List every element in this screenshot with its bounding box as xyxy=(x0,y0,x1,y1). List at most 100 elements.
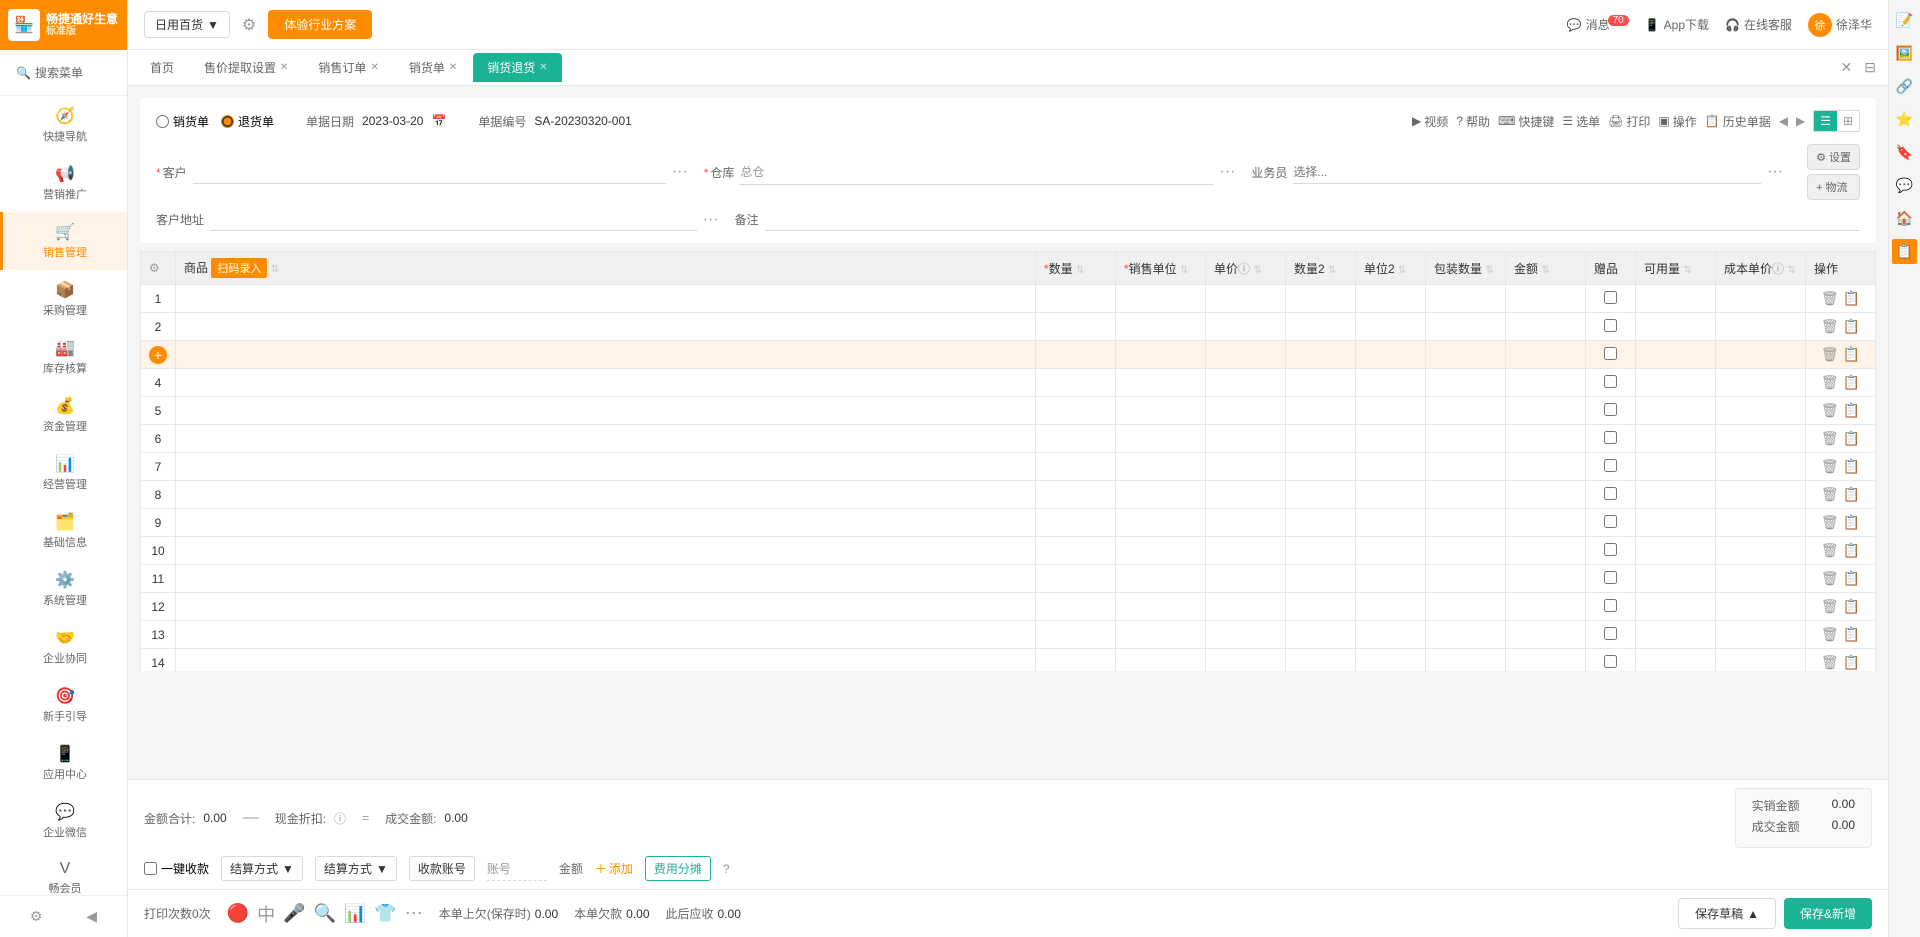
unit-price-cell-1[interactable] xyxy=(1206,285,1286,313)
right-panel-chat-icon[interactable]: 💬 xyxy=(1892,173,1917,198)
tab-sales-delivery[interactable]: 销货单✕ xyxy=(395,53,471,82)
gift-cell-9[interactable] xyxy=(1586,509,1636,537)
gift-cell-11[interactable] xyxy=(1586,565,1636,593)
amount-cell-7[interactable] xyxy=(1506,453,1586,481)
available-cell-12[interactable] xyxy=(1636,593,1716,621)
amount-cell-14[interactable] xyxy=(1506,649,1586,672)
pack-qty-cell-13[interactable] xyxy=(1426,621,1506,649)
qty2-cell-2[interactable] xyxy=(1286,313,1356,341)
product-cell-3[interactable] xyxy=(176,341,1036,369)
pack-qty-cell-9[interactable] xyxy=(1426,509,1506,537)
available-cell-5[interactable] xyxy=(1636,397,1716,425)
remark-input[interactable] xyxy=(765,208,1860,231)
product-cell-8[interactable] xyxy=(176,481,1036,509)
amount-cell-9[interactable] xyxy=(1506,509,1586,537)
unit2-cell-13[interactable] xyxy=(1356,621,1426,649)
unit-price-sort-icon[interactable]: ⇅ xyxy=(1253,265,1261,276)
history-btn[interactable]: 📋 历史单据 xyxy=(1705,113,1771,130)
gift-cell-13[interactable] xyxy=(1586,621,1636,649)
qty2-cell-6[interactable] xyxy=(1286,425,1356,453)
unit-price-cell-7[interactable] xyxy=(1206,453,1286,481)
qty-cell-14[interactable] xyxy=(1036,649,1116,672)
cost-price-sort-icon[interactable]: ⇅ xyxy=(1787,265,1795,276)
delete-row-icon-9[interactable]: 🗑 xyxy=(1821,514,1839,531)
unit-price-cell-14[interactable] xyxy=(1206,649,1286,672)
qty2-cell-13[interactable] xyxy=(1286,621,1356,649)
add-fee-btn[interactable]: ＋ 添加 xyxy=(595,860,633,877)
delete-row-icon-3[interactable]: 🗑 xyxy=(1821,346,1839,363)
sidebar-item-member[interactable]: V畅会员 xyxy=(0,850,127,895)
collection-account-select[interactable]: 收款账号 xyxy=(409,856,475,881)
qty-cell-1[interactable] xyxy=(1036,285,1116,313)
barcode-icon[interactable]: 📊 xyxy=(344,903,366,924)
sidebar-item-quick-nav[interactable]: 🧭快捷导航 xyxy=(0,96,127,154)
operate-btn[interactable]: ▣ 操作 xyxy=(1658,113,1696,130)
right-panel-bookmark-icon[interactable]: 🔖 xyxy=(1892,140,1917,165)
unit-price-cell-9[interactable] xyxy=(1206,509,1286,537)
product-cell-1[interactable] xyxy=(176,285,1036,313)
right-panel-star-icon[interactable]: ⭐ xyxy=(1892,107,1917,132)
sidebar-item-inventory[interactable]: 🏭库存核算 xyxy=(0,328,127,386)
pack-qty-cell-14[interactable] xyxy=(1426,649,1506,672)
warehouse-select-icon[interactable]: ··· xyxy=(1219,163,1235,181)
cost-price-cell-2[interactable] xyxy=(1716,313,1806,341)
pack-qty-sort-icon[interactable]: ⇅ xyxy=(1485,265,1493,276)
unit-price-cell-10[interactable] xyxy=(1206,537,1286,565)
list-view-btn[interactable]: ☰ xyxy=(1814,111,1837,131)
sidebar-collapse-btn[interactable]: ◀ xyxy=(82,904,101,929)
sales-unit-cell-12[interactable] xyxy=(1116,593,1206,621)
copy-row-icon-3[interactable]: 📋 xyxy=(1843,346,1860,363)
sidebar-item-enterprise[interactable]: 🤝企业协同 xyxy=(0,618,127,676)
sales-unit-cell-10[interactable] xyxy=(1116,537,1206,565)
tab-price-setting[interactable]: 售价提取设置✕ xyxy=(190,53,302,82)
sales-unit-cell-2[interactable] xyxy=(1116,313,1206,341)
address-select-icon[interactable]: ··· xyxy=(703,211,719,229)
qty2-cell-4[interactable] xyxy=(1286,369,1356,397)
staff-input[interactable] xyxy=(1293,161,1761,184)
available-cell-4[interactable] xyxy=(1636,369,1716,397)
product-cell-2[interactable] xyxy=(176,313,1036,341)
amount-cell-13[interactable] xyxy=(1506,621,1586,649)
online-service-item[interactable]: 🎧 在线客服 xyxy=(1725,16,1792,33)
cost-price-cell-3[interactable] xyxy=(1716,341,1806,369)
product-input-3[interactable] xyxy=(184,348,1027,362)
unit2-cell-1[interactable] xyxy=(1356,285,1426,313)
gift-cell-7[interactable] xyxy=(1586,453,1636,481)
tab-close-sales-order[interactable]: ✕ xyxy=(370,62,378,73)
tab-sales-order[interactable]: 销售订单✕ xyxy=(304,53,392,82)
pack-qty-cell-10[interactable] xyxy=(1426,537,1506,565)
qty-cell-12[interactable] xyxy=(1036,593,1116,621)
one-click-collection-check[interactable] xyxy=(144,862,157,875)
available-sort-icon[interactable]: ⇅ xyxy=(1683,265,1691,276)
form-setting-btn[interactable]: ⚙ 设置 xyxy=(1807,144,1860,170)
add-row-btn[interactable]: + xyxy=(149,346,167,364)
amount-cell-2[interactable] xyxy=(1506,313,1586,341)
available-cell-10[interactable] xyxy=(1636,537,1716,565)
sales-unit-cell-9[interactable] xyxy=(1116,509,1206,537)
next-doc-icon[interactable]: ▶ xyxy=(1796,114,1805,128)
cost-price-info-icon[interactable]: ⓘ xyxy=(1772,262,1784,276)
qty2-sort-icon[interactable]: ⇅ xyxy=(1328,265,1336,276)
user-item[interactable]: 徐 徐泽华 xyxy=(1808,13,1872,37)
unit2-cell-4[interactable] xyxy=(1356,369,1426,397)
product-cell-6[interactable] xyxy=(176,425,1036,453)
unit2-cell-10[interactable] xyxy=(1356,537,1426,565)
amount-cell-5[interactable] xyxy=(1506,397,1586,425)
right-panel-image-icon[interactable]: 🖼️ xyxy=(1892,41,1917,66)
product-cell-12[interactable] xyxy=(176,593,1036,621)
product-sort-icon[interactable]: ⇅ xyxy=(271,264,279,275)
video-btn[interactable]: ▶ 视频 xyxy=(1412,113,1448,130)
qty2-cell-14[interactable] xyxy=(1286,649,1356,672)
cost-price-cell-10[interactable] xyxy=(1716,537,1806,565)
warehouse-select[interactable]: 总仓 xyxy=(740,159,1213,185)
sales-return-radio[interactable]: 退货单 xyxy=(221,113,274,130)
gift-cell-14[interactable] xyxy=(1586,649,1636,672)
gift-cell-2[interactable] xyxy=(1586,313,1636,341)
qty2-cell-11[interactable] xyxy=(1286,565,1356,593)
qty2-cell-1[interactable] xyxy=(1286,285,1356,313)
product-cell-13[interactable] xyxy=(176,621,1036,649)
sidebar-item-wechat[interactable]: 💬企业微信 xyxy=(0,792,127,850)
delete-row-icon-4[interactable]: 🗑 xyxy=(1821,374,1839,391)
cost-price-cell-9[interactable] xyxy=(1716,509,1806,537)
gift-cell-12[interactable] xyxy=(1586,593,1636,621)
